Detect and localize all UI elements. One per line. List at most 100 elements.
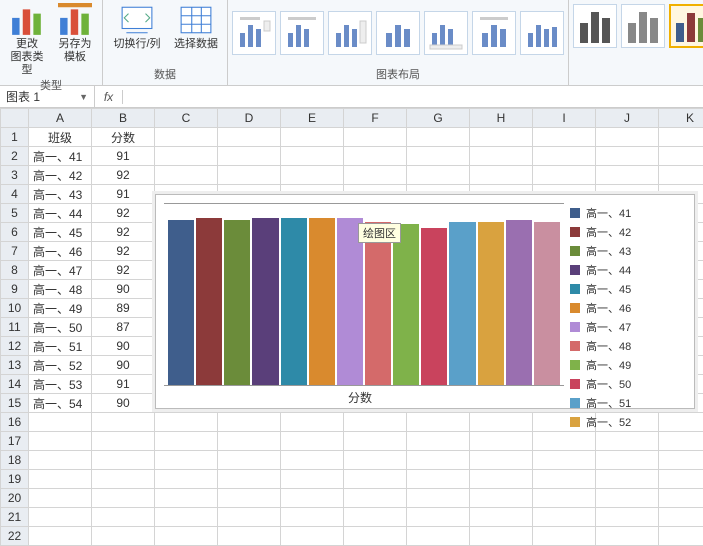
column-header[interactable]: C — [155, 109, 218, 128]
cell[interactable] — [533, 451, 596, 470]
row-header[interactable]: 22 — [1, 527, 29, 546]
cell[interactable] — [218, 508, 281, 527]
save-as-template-button[interactable]: 另存为模板 — [54, 4, 96, 64]
cell[interactable] — [281, 147, 344, 166]
cell[interactable] — [596, 470, 659, 489]
change-chart-type-button[interactable]: 更改图表类型 — [6, 4, 48, 77]
cell[interactable]: 高一、43 — [29, 185, 92, 204]
cell[interactable] — [218, 128, 281, 147]
cell[interactable]: 高一、41 — [29, 147, 92, 166]
chart-bar[interactable] — [281, 218, 307, 385]
cell[interactable] — [92, 470, 155, 489]
cell[interactable] — [344, 508, 407, 527]
cell[interactable]: 90 — [92, 337, 155, 356]
cell[interactable] — [92, 432, 155, 451]
cell[interactable]: 高一、45 — [29, 223, 92, 242]
cell[interactable]: 分数 — [92, 128, 155, 147]
row-header[interactable]: 11 — [1, 318, 29, 337]
cell[interactable] — [29, 413, 92, 432]
cell[interactable] — [344, 470, 407, 489]
cell[interactable] — [659, 451, 703, 470]
legend-item[interactable]: 高一、51 — [570, 395, 688, 411]
cell[interactable] — [218, 413, 281, 432]
cell[interactable] — [659, 508, 703, 527]
cell[interactable] — [533, 489, 596, 508]
chart-bar[interactable] — [393, 224, 419, 385]
cell[interactable] — [218, 451, 281, 470]
cell[interactable] — [92, 451, 155, 470]
cell[interactable] — [596, 147, 659, 166]
cell[interactable] — [155, 508, 218, 527]
cell[interactable] — [596, 432, 659, 451]
cell[interactable] — [470, 147, 533, 166]
cell[interactable] — [344, 147, 407, 166]
style-option-2[interactable] — [621, 4, 665, 48]
cell[interactable] — [407, 489, 470, 508]
cell[interactable]: 高一、50 — [29, 318, 92, 337]
cell[interactable] — [407, 470, 470, 489]
cell[interactable] — [29, 527, 92, 546]
cell[interactable] — [344, 166, 407, 185]
row-header[interactable]: 10 — [1, 299, 29, 318]
legend-item[interactable]: 高一、50 — [570, 376, 688, 392]
cell[interactable] — [281, 527, 344, 546]
column-header[interactable]: B — [92, 109, 155, 128]
cell[interactable] — [344, 128, 407, 147]
chevron-down-icon[interactable]: ▼ — [79, 92, 88, 102]
cell[interactable] — [659, 166, 703, 185]
cell[interactable] — [659, 147, 703, 166]
chart-bar[interactable] — [224, 220, 250, 385]
column-header[interactable]: F — [344, 109, 407, 128]
row-header[interactable]: 15 — [1, 394, 29, 413]
cell[interactable]: 91 — [92, 185, 155, 204]
cell[interactable] — [533, 508, 596, 527]
column-header[interactable]: J — [596, 109, 659, 128]
cell[interactable] — [155, 470, 218, 489]
cell[interactable]: 92 — [92, 204, 155, 223]
cell[interactable] — [470, 432, 533, 451]
row-header[interactable]: 17 — [1, 432, 29, 451]
cell[interactable]: 92 — [92, 261, 155, 280]
cell[interactable] — [470, 527, 533, 546]
cell[interactable] — [281, 166, 344, 185]
cell[interactable]: 高一、48 — [29, 280, 92, 299]
name-box[interactable]: 图表 1 ▼ — [0, 86, 95, 107]
chart-bar[interactable] — [337, 218, 363, 385]
cell[interactable]: 高一、44 — [29, 204, 92, 223]
cell[interactable] — [533, 527, 596, 546]
row-header[interactable]: 19 — [1, 470, 29, 489]
chart-bar[interactable] — [449, 222, 475, 385]
cell[interactable]: 90 — [92, 356, 155, 375]
row-header[interactable]: 20 — [1, 489, 29, 508]
cell[interactable] — [29, 470, 92, 489]
row-header[interactable]: 6 — [1, 223, 29, 242]
row-header[interactable]: 9 — [1, 280, 29, 299]
chart-bar[interactable] — [506, 220, 532, 385]
cell[interactable] — [281, 128, 344, 147]
cell[interactable] — [407, 451, 470, 470]
cell[interactable]: 89 — [92, 299, 155, 318]
row-header[interactable]: 2 — [1, 147, 29, 166]
column-header[interactable]: D — [218, 109, 281, 128]
cell[interactable] — [407, 166, 470, 185]
cell[interactable] — [218, 489, 281, 508]
cell[interactable] — [155, 432, 218, 451]
cell[interactable] — [407, 147, 470, 166]
column-header[interactable]: K — [659, 109, 703, 128]
cell[interactable] — [470, 470, 533, 489]
cell[interactable] — [407, 527, 470, 546]
legend-item[interactable]: 高一、45 — [570, 281, 688, 297]
cell[interactable] — [659, 128, 703, 147]
cell[interactable]: 高一、49 — [29, 299, 92, 318]
chart-bar[interactable] — [196, 218, 222, 385]
cell[interactable]: 高一、53 — [29, 375, 92, 394]
cell[interactable] — [218, 470, 281, 489]
cell[interactable] — [155, 147, 218, 166]
row-header[interactable]: 16 — [1, 413, 29, 432]
layout-option-5[interactable] — [424, 11, 468, 55]
cell[interactable] — [92, 413, 155, 432]
legend-item[interactable]: 高一、49 — [570, 357, 688, 373]
legend-item[interactable]: 高一、43 — [570, 243, 688, 259]
cell[interactable] — [596, 527, 659, 546]
cell[interactable] — [155, 166, 218, 185]
